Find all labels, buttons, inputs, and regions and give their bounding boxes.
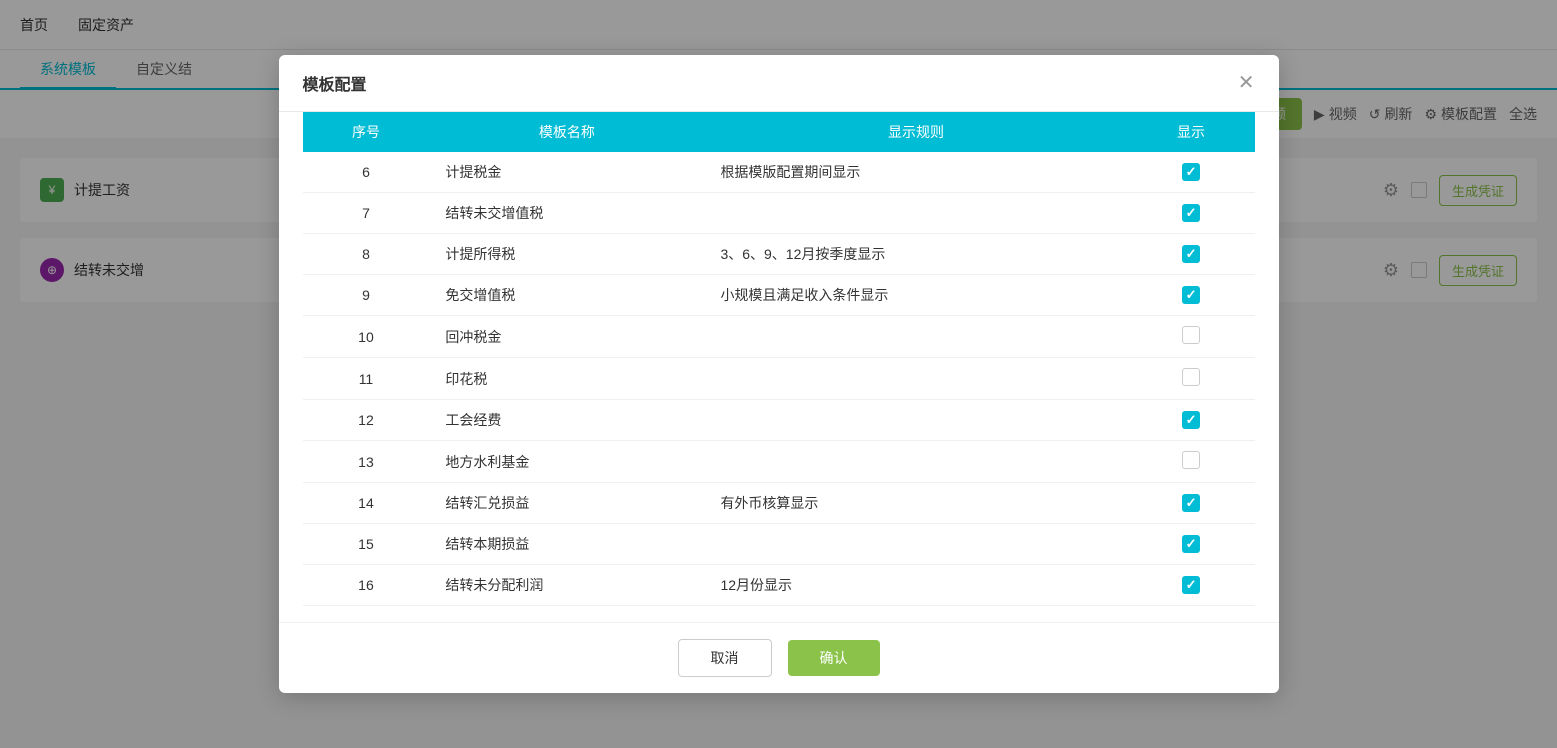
cell-name-9: 结转本期损益 — [429, 524, 704, 565]
cell-id-9: 15 — [303, 524, 430, 565]
cell-name-8: 结转汇兑损益 — [429, 483, 704, 524]
checkbox-5[interactable] — [1182, 368, 1200, 386]
cell-rule-9 — [704, 524, 1127, 565]
table-row: 7结转未交增值税 — [303, 193, 1255, 234]
checkbox-1[interactable] — [1182, 204, 1200, 222]
cell-id-5: 11 — [303, 358, 430, 400]
modal-close-button[interactable]: ✕ — [1238, 73, 1255, 93]
table-row: 6计提税金根据模版配置期间显示 — [303, 152, 1255, 193]
table-row: 11印花税 — [303, 358, 1255, 400]
cell-id-7: 13 — [303, 441, 430, 483]
checkbox-0[interactable] — [1182, 163, 1200, 181]
table-row: 12工会经费 — [303, 400, 1255, 441]
cell-id-6: 12 — [303, 400, 430, 441]
cell-check-10 — [1128, 565, 1255, 606]
cell-check-6 — [1128, 400, 1255, 441]
cell-rule-2: 3、6、9、12月按季度显示 — [704, 234, 1127, 275]
cell-check-1 — [1128, 193, 1255, 234]
table-row: 10回冲税金 — [303, 316, 1255, 358]
cell-rule-0: 根据模版配置期间显示 — [704, 152, 1127, 193]
modal-dialog: 模板配置 ✕ 序号 模板名称 显示规则 显示 6计提税金根据模版配置期间显 — [279, 55, 1279, 693]
cell-id-10: 16 — [303, 565, 430, 606]
table-body: 6计提税金根据模版配置期间显示7结转未交增值税8计提所得税3、6、9、12月按季… — [303, 152, 1255, 606]
config-table: 序号 模板名称 显示规则 显示 6计提税金根据模版配置期间显示7结转未交增值税8… — [303, 112, 1255, 606]
modal-body: 序号 模板名称 显示规则 显示 6计提税金根据模版配置期间显示7结转未交增值税8… — [279, 112, 1279, 622]
cell-name-5: 印花税 — [429, 358, 704, 400]
table-row: 16结转未分配利润12月份显示 — [303, 565, 1255, 606]
modal-footer: 取消 确认 — [279, 622, 1279, 693]
checkbox-6[interactable] — [1182, 411, 1200, 429]
table-row: 13地方水利基金 — [303, 441, 1255, 483]
cell-name-1: 结转未交增值税 — [429, 193, 704, 234]
cell-check-8 — [1128, 483, 1255, 524]
cell-id-1: 7 — [303, 193, 430, 234]
col-header-display: 显示 — [1128, 112, 1255, 152]
cell-check-3 — [1128, 275, 1255, 316]
checkbox-4[interactable] — [1182, 326, 1200, 344]
checkbox-9[interactable] — [1182, 535, 1200, 553]
table-row: 15结转本期损益 — [303, 524, 1255, 565]
cell-name-0: 计提税金 — [429, 152, 704, 193]
cell-rule-7 — [704, 441, 1127, 483]
cell-check-0 — [1128, 152, 1255, 193]
table-row: 14结转汇兑损益有外币核算显示 — [303, 483, 1255, 524]
cell-rule-5 — [704, 358, 1127, 400]
modal-title: 模板配置 — [303, 71, 367, 95]
col-header-id: 序号 — [303, 112, 430, 152]
cell-rule-6 — [704, 400, 1127, 441]
cell-name-4: 回冲税金 — [429, 316, 704, 358]
confirm-button[interactable]: 确认 — [788, 640, 880, 676]
table-header: 序号 模板名称 显示规则 显示 — [303, 112, 1255, 152]
cell-id-2: 8 — [303, 234, 430, 275]
cell-check-4 — [1128, 316, 1255, 358]
cell-rule-1 — [704, 193, 1127, 234]
modal-overlay: 模板配置 ✕ 序号 模板名称 显示规则 显示 6计提税金根据模版配置期间显 — [0, 0, 1557, 748]
cell-rule-3: 小规模且满足收入条件显示 — [704, 275, 1127, 316]
cell-check-5 — [1128, 358, 1255, 400]
checkbox-10[interactable] — [1182, 576, 1200, 594]
checkbox-2[interactable] — [1182, 245, 1200, 263]
modal-header: 模板配置 ✕ — [279, 55, 1279, 112]
cell-rule-10: 12月份显示 — [704, 565, 1127, 606]
table-row: 9免交增值税小规模且满足收入条件显示 — [303, 275, 1255, 316]
checkbox-8[interactable] — [1182, 494, 1200, 512]
cell-id-0: 6 — [303, 152, 430, 193]
cell-rule-8: 有外币核算显示 — [704, 483, 1127, 524]
col-header-rule: 显示规则 — [704, 112, 1127, 152]
cancel-button[interactable]: 取消 — [678, 639, 772, 677]
cell-name-2: 计提所得税 — [429, 234, 704, 275]
cell-name-10: 结转未分配利润 — [429, 565, 704, 606]
cell-check-7 — [1128, 441, 1255, 483]
cell-id-8: 14 — [303, 483, 430, 524]
cell-check-2 — [1128, 234, 1255, 275]
cell-name-6: 工会经费 — [429, 400, 704, 441]
cell-id-4: 10 — [303, 316, 430, 358]
cell-check-9 — [1128, 524, 1255, 565]
cell-name-3: 免交增值税 — [429, 275, 704, 316]
checkbox-3[interactable] — [1182, 286, 1200, 304]
checkbox-7[interactable] — [1182, 451, 1200, 469]
header-row: 序号 模板名称 显示规则 显示 — [303, 112, 1255, 152]
table-row: 8计提所得税3、6、9、12月按季度显示 — [303, 234, 1255, 275]
cell-rule-4 — [704, 316, 1127, 358]
cell-name-7: 地方水利基金 — [429, 441, 704, 483]
table-scroll-container[interactable]: 序号 模板名称 显示规则 显示 6计提税金根据模版配置期间显示7结转未交增值税8… — [303, 112, 1255, 606]
cell-id-3: 9 — [303, 275, 430, 316]
col-header-name: 模板名称 — [429, 112, 704, 152]
